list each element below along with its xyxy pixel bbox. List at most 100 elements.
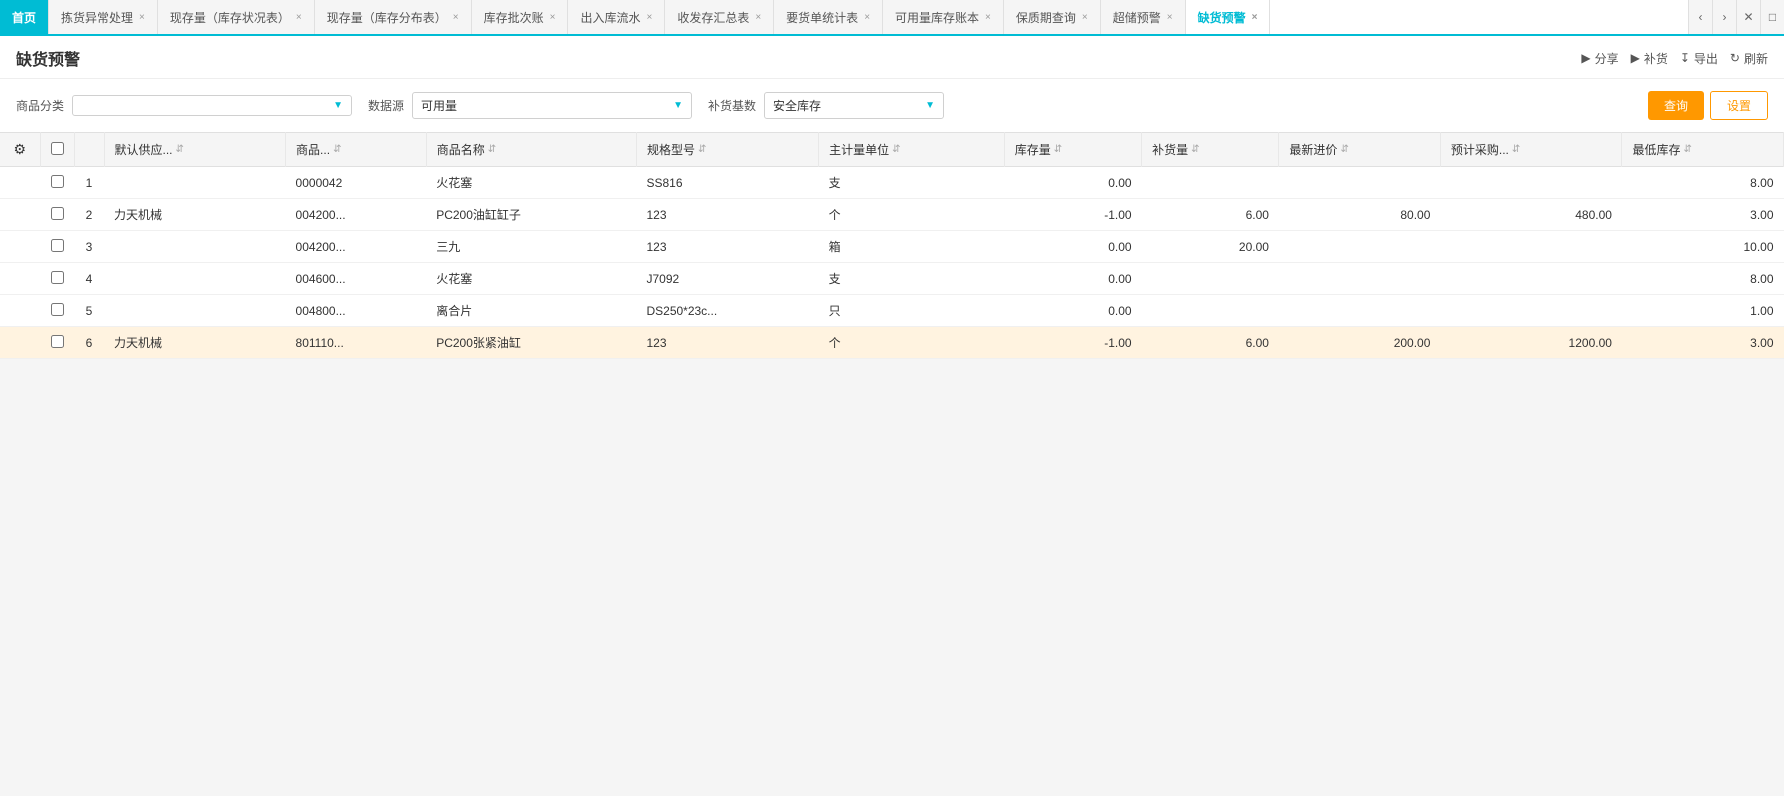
tab-item-0[interactable]: 首页 [0,0,49,35]
spec-sort-icon: ⇵ [698,144,706,155]
td-latest-price-5: 200.00 [1279,327,1440,359]
td-latest-price-4 [1279,295,1440,327]
td-check-3[interactable] [40,263,74,295]
tab-item-11[interactable]: 缺货预警× [1186,0,1271,35]
page-content: 缺货预警 ▶ 分享 ▶ 补货 ↧ 导出 ↻ 刷新 商品分类 [0,36,1784,359]
tab-item-5[interactable]: 出入库流水× [568,0,665,35]
tab-next-btn[interactable]: › [1712,0,1736,35]
tab-item-3[interactable]: 现存量（库存分布表） × [315,0,472,35]
td-spec-0: SS816 [636,167,818,199]
tab-item-8[interactable]: 可用量库存账本 × [883,0,1004,35]
tab-label-8: 可用量库存账本 [895,9,979,26]
tab-maximize-btn[interactable]: □ [1760,0,1784,35]
datasource-filter-group: 数据源 可用量 ▼ [368,92,692,119]
supplier-sort-icon: ⇵ [176,144,184,155]
tab-close-icon-4[interactable]: × [550,12,556,23]
th-name[interactable]: 商品名称 ⇵ [426,133,636,167]
latest-price-sort-icon: ⇵ [1340,144,1348,155]
th-min-stock[interactable]: 最低库存 ⇵ [1622,133,1784,167]
tab-close-icon-2[interactable]: × [296,12,302,23]
category-label: 商品分类 [16,97,64,114]
td-check-0[interactable] [40,167,74,199]
tab-close-icon-6[interactable]: × [755,12,761,23]
td-supplement-0 [1142,167,1279,199]
tab-item-1[interactable]: 拣货异常处理× [49,0,158,35]
select-all-checkbox[interactable] [51,142,64,155]
unit-sort-icon: ⇵ [892,144,900,155]
th-gear[interactable]: ⚙ [0,133,40,167]
td-check-4[interactable] [40,295,74,327]
tab-close-icon-11[interactable]: × [1252,12,1258,23]
td-supplier-4 [104,295,286,327]
th-latest-price[interactable]: 最新进价 ⇵ [1279,133,1440,167]
row-checkbox-2[interactable] [51,239,64,252]
th-est-purchase[interactable]: 预计采购... ⇵ [1440,133,1622,167]
td-spec-4: DS250*23c... [636,295,818,327]
refresh-btn[interactable]: ↻ 刷新 [1730,50,1768,67]
setting-button[interactable]: 设置 [1710,91,1768,120]
tab-item-2[interactable]: 现存量（库存状况表）× [158,0,315,35]
data-table: ⚙ 默认供应... ⇵ 商品... [0,132,1784,359]
tab-close-icon-9[interactable]: × [1082,12,1088,23]
td-supplier-5: 力天机械 [104,327,286,359]
base-filter-group: 补货基数 安全库存 ▼ [708,92,944,119]
td-spec-3: J7092 [636,263,818,295]
tab-close-icon-8[interactable]: × [985,12,991,23]
header-actions: ▶ 分享 ▶ 补货 ↧ 导出 ↻ 刷新 [1581,50,1768,67]
th-supplement[interactable]: 补货量 ⇵ [1142,133,1279,167]
supplement-btn[interactable]: ▶ 补货 [1631,50,1668,67]
td-supplier-0 [104,167,286,199]
td-gear-2 [0,231,40,263]
td-stock-5: -1.00 [1004,327,1141,359]
tab-item-6[interactable]: 收发存汇总表× [665,0,774,35]
th-spec[interactable]: 规格型号 ⇵ [636,133,818,167]
tab-item-7[interactable]: 要货单统计表× [774,0,883,35]
td-check-1[interactable] [40,199,74,231]
th-checkbox[interactable] [40,133,74,167]
th-unit[interactable]: 主计量单位 ⇵ [819,133,1005,167]
td-supplement-5: 6.00 [1142,327,1279,359]
td-est-purchase-1: 480.00 [1440,199,1622,231]
tab-label-0: 首页 [12,9,36,26]
td-check-2[interactable] [40,231,74,263]
filter-bar: 商品分类 ▼ 数据源 可用量 ▼ 补货基数 安全库存 ▼ 查询 设置 [0,79,1784,132]
tab-close-icon-10[interactable]: × [1167,12,1173,23]
base-value: 安全库存 [773,97,821,114]
td-name-3: 火花塞 [426,263,636,295]
td-check-5[interactable] [40,327,74,359]
export-btn[interactable]: ↧ 导出 [1680,50,1718,67]
tab-close-icon-5[interactable]: × [646,12,652,23]
tab-label-4: 库存批次账 [484,9,544,26]
tab-close-btn[interactable]: ✕ [1736,0,1760,35]
tab-item-9[interactable]: 保质期查询× [1004,0,1101,35]
datasource-select[interactable]: 可用量 ▼ [412,92,692,119]
tab-prev-btn[interactable]: ‹ [1688,0,1712,35]
code-sort-icon: ⇵ [333,144,341,155]
gear-icon[interactable]: ⚙ [13,141,26,157]
th-stock[interactable]: 库存量 ⇵ [1004,133,1141,167]
query-button[interactable]: 查询 [1648,91,1704,120]
row-checkbox-4[interactable] [51,303,64,316]
share-btn[interactable]: ▶ 分享 [1581,50,1618,67]
td-num-4: 5 [74,295,104,327]
row-checkbox-5[interactable] [51,335,64,348]
row-checkbox-0[interactable] [51,175,64,188]
td-latest-price-3 [1279,263,1440,295]
table-row: 10000042火花塞SS816支0.008.00 [0,167,1784,199]
est-purchase-sort-icon: ⇵ [1512,144,1520,155]
tab-close-icon-3[interactable]: × [453,12,459,23]
category-select[interactable]: ▼ [72,95,352,116]
base-select[interactable]: 安全库存 ▼ [764,92,944,119]
tab-close-icon-1[interactable]: × [139,12,145,23]
table-row: 6力天机械801110...PC200张紧油缸123个-1.006.00200.… [0,327,1784,359]
tab-close-icon-7[interactable]: × [864,12,870,23]
tab-item-10[interactable]: 超储预警× [1101,0,1186,35]
th-code[interactable]: 商品... ⇵ [286,133,427,167]
tab-label-3: 现存量（库存分布表） [327,9,447,26]
row-checkbox-1[interactable] [51,207,64,220]
tab-item-4[interactable]: 库存批次账 × [472,0,569,35]
row-checkbox-3[interactable] [51,271,64,284]
th-supplier[interactable]: 默认供应... ⇵ [104,133,286,167]
td-unit-2: 箱 [819,231,1005,263]
td-name-0: 火花塞 [426,167,636,199]
